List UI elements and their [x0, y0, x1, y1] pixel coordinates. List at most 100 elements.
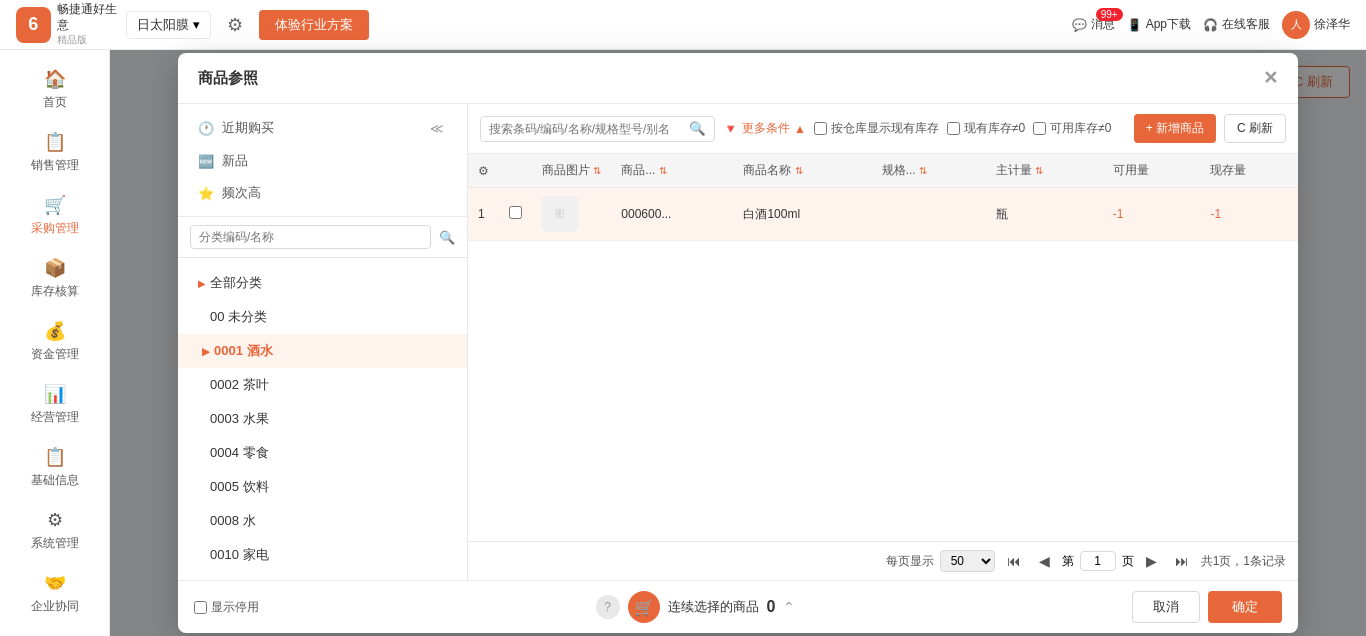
per-page-select[interactable]: 50 100: [940, 550, 995, 572]
sidebar-label-sales: 销售管理: [31, 157, 79, 174]
page-last-button[interactable]: ⏭: [1169, 551, 1195, 571]
checkbox-available-input[interactable]: [1033, 122, 1046, 135]
online-service-label: 在线客服: [1222, 16, 1270, 33]
checkbox-existing-input[interactable]: [947, 122, 960, 135]
category-0003[interactable]: 0003 水果: [178, 402, 467, 436]
col-header-spec[interactable]: 规格... ⇅: [872, 154, 986, 188]
category-0005[interactable]: 0005 饮料: [178, 470, 467, 504]
arrow-icon: ▶: [198, 278, 206, 289]
category-00[interactable]: 00 未分类: [178, 300, 467, 334]
cell-index: 1: [468, 188, 499, 241]
col-header-image[interactable]: 商品图片 ⇅: [532, 154, 611, 188]
purchase-icon: 🛒: [44, 194, 66, 216]
message-badge: 99+: [1096, 8, 1123, 21]
cancel-button[interactable]: 取消: [1132, 591, 1200, 623]
sidebar-item-business[interactable]: 📊 经营管理: [0, 373, 109, 436]
col-header-name[interactable]: 商品名称 ⇅: [733, 154, 871, 188]
page-total-info: 共1页，1条记录: [1201, 553, 1286, 570]
page-first-button[interactable]: ⏮: [1001, 551, 1027, 571]
cell-stock: -1: [1200, 188, 1298, 241]
app-download-item[interactable]: 📱 App下载: [1127, 16, 1191, 33]
avatar: 人: [1282, 11, 1310, 39]
sidebar-item-basic[interactable]: 📋 基础信息: [0, 436, 109, 499]
sidebar-item-purchase[interactable]: 🛒 采购管理: [0, 184, 109, 247]
logo-icon: 6: [16, 7, 51, 43]
collapse-button[interactable]: ≪: [427, 118, 447, 138]
category-all[interactable]: ▶ 全部分类: [178, 266, 467, 300]
quick-item-frequent[interactable]: ⭐ 频次高: [190, 178, 455, 208]
cell-checkbox[interactable]: [499, 188, 532, 241]
category-0001[interactable]: ▶ 0001 酒水: [178, 334, 467, 368]
help-icon[interactable]: ?: [596, 595, 620, 619]
app-download-label: App下载: [1146, 16, 1191, 33]
refresh-button[interactable]: C 刷新: [1224, 114, 1286, 143]
sidebar-item-guide[interactable]: 📖 新手引导: [0, 625, 109, 636]
table-row[interactable]: 1 图 000600... 白酒100ml 瓶 -1 -1: [468, 188, 1298, 241]
sidebar-item-finance[interactable]: 💰 资金管理: [0, 310, 109, 373]
col-header-checkbox: [499, 154, 532, 188]
collapse-up-icon[interactable]: ⌃: [783, 599, 795, 615]
filter-button[interactable]: 🔻 更多条件 ▲: [723, 120, 806, 137]
sidebar-item-inventory[interactable]: 📦 库存核算: [0, 247, 109, 310]
col-header-code[interactable]: 商品... ⇅: [611, 154, 733, 188]
show-disabled-label[interactable]: 显示停用: [194, 599, 259, 616]
settings-icon[interactable]: ⚙: [219, 9, 251, 41]
logo-text: 畅捷通好生意: [57, 2, 126, 33]
sort-icon-spec: ⇅: [919, 165, 927, 176]
sort-icon-name: ⇅: [795, 165, 803, 176]
page-number-input[interactable]: [1080, 551, 1116, 571]
cell-unit: 瓶: [986, 188, 1103, 241]
sidebar-item-enterprise[interactable]: 🤝 企业协同: [0, 562, 109, 625]
product-search-input[interactable]: [481, 117, 681, 141]
product-image: 图: [542, 196, 578, 232]
checkbox-warehouse-stock[interactable]: 按仓库显示现有库存: [814, 120, 939, 137]
sort-icon-image: ⇅: [593, 165, 601, 176]
checkbox-warehouse-label: 按仓库显示现有库存: [831, 120, 939, 137]
show-disabled-text: 显示停用: [211, 599, 259, 616]
checkbox-available-stock[interactable]: 可用库存≠0: [1033, 120, 1111, 137]
content-area: 查询 设置 C 刷新 商品参照 ✕: [110, 50, 1366, 636]
clock-icon: 🕐: [198, 121, 214, 136]
category-0003-label: 0003 水果: [210, 410, 269, 428]
category-0008[interactable]: 0008 水: [178, 504, 467, 538]
quick-item-new[interactable]: 🆕 新品: [190, 146, 455, 176]
category-search-input[interactable]: [190, 225, 431, 249]
category-0008-label: 0008 水: [210, 512, 256, 530]
cell-image: 图: [532, 188, 611, 241]
experience-button[interactable]: 体验行业方案: [259, 10, 369, 40]
category-0002[interactable]: 0002 茶叶: [178, 368, 467, 402]
category-search-icon[interactable]: 🔍: [439, 230, 455, 245]
category-0010[interactable]: 0010 家电: [178, 538, 467, 572]
sidebar-item-sales[interactable]: 📋 销售管理: [0, 121, 109, 184]
product-table: ⚙ 商品图片 ⇅ 商品... ⇅: [468, 154, 1298, 241]
quick-label-new: 新品: [222, 152, 248, 170]
category-0004[interactable]: 0004 零食: [178, 436, 467, 470]
online-service-item[interactable]: 🎧 在线客服: [1203, 16, 1270, 33]
page-prev-button[interactable]: ◀: [1033, 551, 1056, 571]
col-code-label: 商品...: [621, 163, 655, 177]
sidebar-item-system[interactable]: ⚙ 系统管理: [0, 499, 109, 562]
sales-icon: 📋: [44, 131, 66, 153]
col-header-settings[interactable]: ⚙: [468, 154, 499, 188]
store-select[interactable]: 日太阳膜 ▾: [126, 11, 211, 39]
add-product-button[interactable]: + 新增商品: [1134, 114, 1216, 143]
confirm-button[interactable]: 确定: [1208, 591, 1282, 623]
modal-close-button[interactable]: ✕: [1263, 67, 1278, 89]
page-next-button[interactable]: ▶: [1140, 551, 1163, 571]
sidebar-item-home[interactable]: 🏠 首页: [0, 58, 109, 121]
checkbox-existing-stock[interactable]: 现有库存≠0: [947, 120, 1025, 137]
quick-item-recent[interactable]: 🕐 近期购买 ≪: [190, 112, 455, 144]
sidebar-label-system: 系统管理: [31, 535, 79, 552]
new-icon: 🆕: [198, 154, 214, 169]
product-search-box: 🔍: [480, 116, 715, 142]
product-search-button[interactable]: 🔍: [681, 117, 714, 140]
page-suffix: 页: [1122, 553, 1134, 570]
col-header-unit[interactable]: 主计量 ⇅: [986, 154, 1103, 188]
checkbox-warehouse-input[interactable]: [814, 122, 827, 135]
show-disabled-checkbox[interactable]: [194, 601, 207, 614]
logo-sub: 精品版: [57, 33, 126, 47]
category-list: ▶ 全部分类 00 未分类 ▶ 0001 酒水 0002 茶: [178, 258, 467, 580]
message-item[interactable]: 💬 消息 99+: [1072, 16, 1115, 33]
user-item[interactable]: 人 徐泽华: [1282, 11, 1350, 39]
category-0005-label: 0005 饮料: [210, 478, 269, 496]
